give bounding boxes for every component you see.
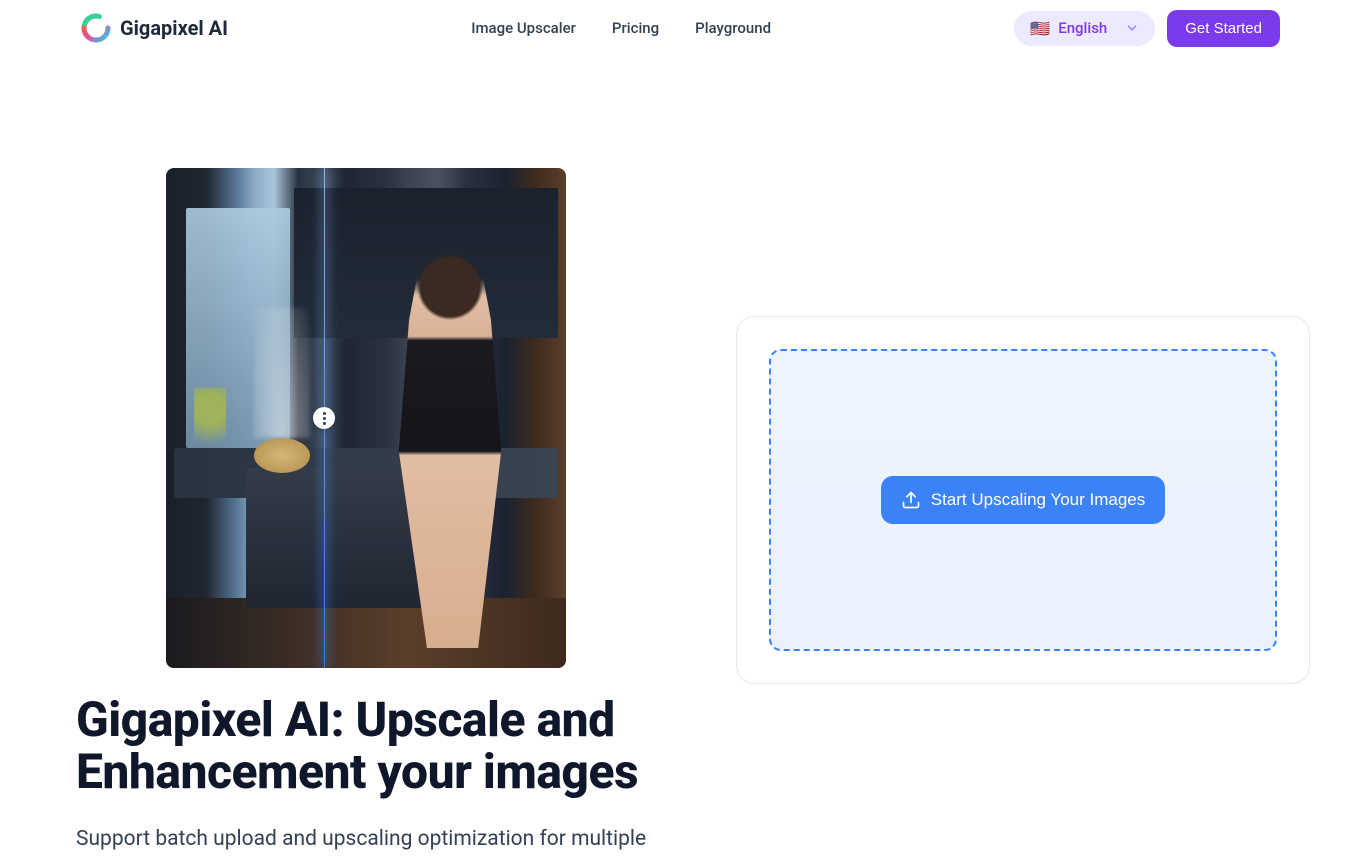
hero-right: Start Upscaling Your Images	[736, 156, 1310, 843]
header-right: 🇺🇸 English Get Started	[1014, 10, 1280, 47]
logo-icon	[80, 12, 112, 44]
hero-left: Gigapixel AI: Upscale and Enhancement yo…	[76, 168, 656, 855]
slider-dots-icon	[323, 412, 326, 415]
language-selector[interactable]: 🇺🇸 English	[1014, 11, 1155, 46]
get-started-button[interactable]: Get Started	[1167, 10, 1280, 47]
nav-image-upscaler[interactable]: Image Upscaler	[471, 19, 576, 37]
header: Gigapixel AI Image Upscaler Pricing Play…	[0, 0, 1360, 56]
hero-heading: Gigapixel AI: Upscale and Enhancement yo…	[76, 694, 656, 798]
upload-icon	[901, 490, 921, 510]
upload-button-label: Start Upscaling Your Images	[931, 490, 1146, 510]
nav-playground[interactable]: Playground	[695, 19, 771, 37]
content: Gigapixel AI: Upscale and Enhancement yo…	[0, 56, 1360, 855]
logo-section[interactable]: Gigapixel AI	[80, 12, 228, 44]
slider-handle[interactable]	[313, 407, 335, 429]
brand-name: Gigapixel AI	[120, 16, 228, 40]
comparison-image[interactable]	[166, 168, 566, 668]
comparison-wrapper	[76, 168, 656, 668]
flag-icon: 🇺🇸	[1030, 19, 1050, 38]
main-nav: Image Upscaler Pricing Playground	[471, 19, 771, 37]
hero-subheading: Support batch upload and upscaling optim…	[76, 824, 656, 856]
nav-pricing[interactable]: Pricing	[612, 19, 659, 37]
language-label: English	[1058, 19, 1107, 37]
start-upscaling-button[interactable]: Start Upscaling Your Images	[881, 476, 1166, 524]
comparison-scene	[166, 168, 566, 668]
chevron-down-icon	[1125, 21, 1139, 35]
dropzone[interactable]: Start Upscaling Your Images	[769, 349, 1277, 651]
upload-card: Start Upscaling Your Images	[736, 316, 1310, 684]
